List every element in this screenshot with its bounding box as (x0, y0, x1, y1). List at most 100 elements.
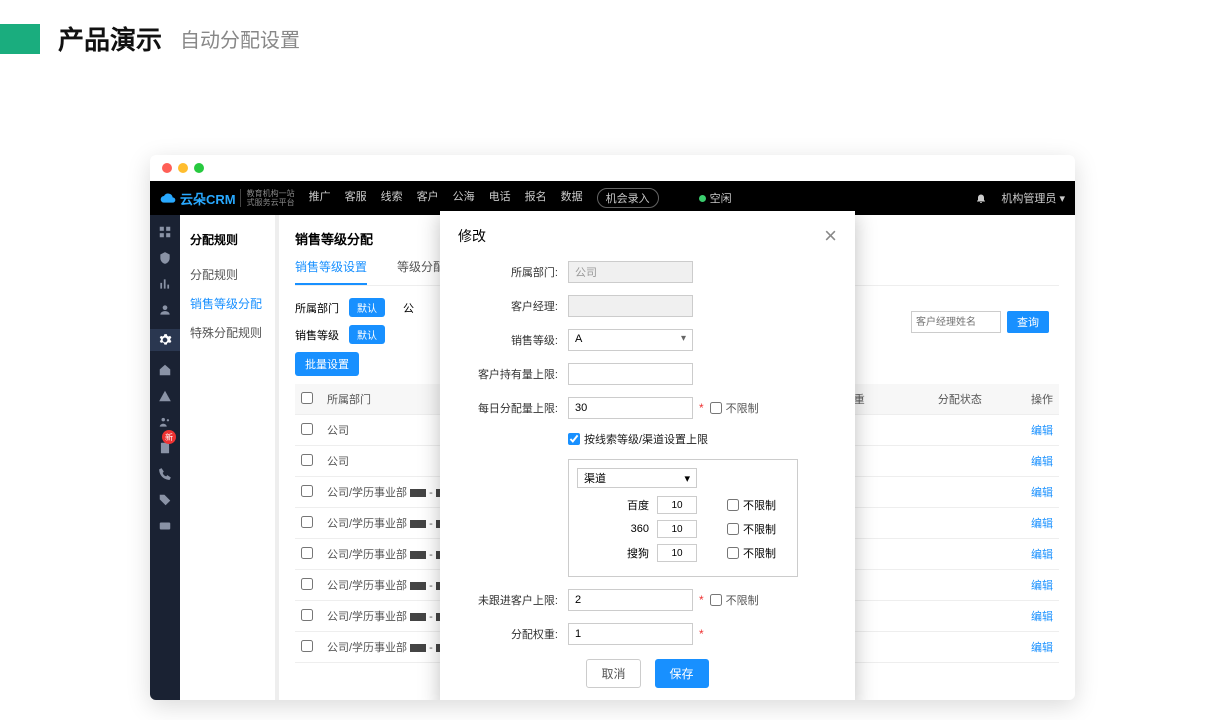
channel-unlimited-label: 不限制 (743, 545, 776, 561)
search-input[interactable] (911, 311, 1001, 333)
maximize-window-icon[interactable] (194, 163, 204, 173)
row-checkbox[interactable] (301, 485, 313, 497)
channel-unlimited-checkbox[interactable] (727, 499, 739, 511)
notification-badge[interactable]: 新 (162, 430, 176, 444)
label-unassigned: 未跟进客户上限: (458, 592, 568, 608)
status-dot-icon (699, 195, 706, 202)
row-checkbox[interactable] (301, 609, 313, 621)
label-manager: 客户经理: (458, 298, 568, 314)
nav-leads[interactable]: 线索 (381, 188, 403, 208)
edit-link[interactable]: 编辑 (1031, 425, 1053, 437)
icon-sidebar (150, 215, 180, 700)
select-level[interactable]: A▾ (568, 329, 693, 351)
user-menu[interactable]: 机构管理员 ▾ (1001, 190, 1065, 206)
input-weight[interactable] (568, 623, 693, 645)
save-button[interactable]: 保存 (655, 659, 709, 688)
logo: 云朵CRM 教育机构一站式服务云平台 (160, 189, 295, 208)
filter-dept-default[interactable]: 默认 (349, 298, 385, 317)
bell-icon[interactable] (975, 192, 987, 204)
row-checkbox[interactable] (301, 454, 313, 466)
rule-item-special[interactable]: 特殊分配规则 (190, 318, 265, 347)
channel-box: 渠道▾ 百度 不限制360 不限制搜狗 不限制 (568, 459, 798, 577)
channel-select[interactable]: 渠道▾ (577, 468, 697, 488)
cancel-button[interactable]: 取消 (586, 659, 640, 688)
channel-unlimited-checkbox[interactable] (727, 547, 739, 559)
edit-link[interactable]: 编辑 (1031, 487, 1053, 499)
shield-icon[interactable] (158, 251, 172, 265)
row-checkbox[interactable] (301, 516, 313, 528)
edit-link[interactable]: 编辑 (1031, 580, 1053, 592)
nav-data[interactable]: 数据 (561, 188, 583, 208)
edit-link[interactable]: 编辑 (1031, 456, 1053, 468)
label-daily-limit: 每日分配量上限: (458, 400, 568, 416)
minimize-window-icon[interactable] (178, 163, 188, 173)
search-button[interactable]: 查询 (1007, 311, 1049, 333)
unlimited-unassigned-checkbox[interactable] (710, 594, 722, 606)
page-subtitle: 自动分配设置 (180, 24, 300, 53)
row-checkbox[interactable] (301, 578, 313, 590)
filter-dept-label: 所属部门 (295, 300, 339, 316)
select-all-checkbox[interactable] (301, 392, 313, 404)
rules-heading: 分配规则 (190, 231, 265, 248)
close-window-icon[interactable] (162, 163, 172, 173)
nav-customers[interactable]: 客户 (417, 188, 439, 208)
chart-icon[interactable] (158, 277, 172, 291)
nav-signup[interactable]: 报名 (525, 188, 547, 208)
home-icon[interactable] (158, 363, 172, 377)
channel-unlimited-checkbox[interactable] (727, 523, 739, 535)
input-manager (568, 295, 693, 317)
nav-pool[interactable]: 公海 (453, 188, 475, 208)
nav-service[interactable]: 客服 (345, 188, 367, 208)
filter-level-default[interactable]: 默认 (349, 325, 385, 344)
phone-icon[interactable] (158, 467, 172, 481)
logo-text: 云朵CRM (180, 189, 236, 208)
input-daily-limit[interactable] (568, 397, 693, 419)
card-icon[interactable] (158, 519, 172, 533)
edit-link[interactable]: 编辑 (1031, 611, 1053, 623)
channel-name: 搜狗 (577, 545, 657, 561)
batch-settings-button[interactable]: 批量设置 (295, 352, 359, 376)
rule-item-sales-level[interactable]: 销售等级分配 (190, 289, 265, 318)
by-channel-label: 按线索等级/渠道设置上限 (584, 431, 708, 447)
by-channel-checkbox[interactable] (568, 433, 580, 445)
settings-icon[interactable] (158, 333, 172, 347)
edit-link[interactable]: 编辑 (1031, 518, 1053, 530)
edit-link[interactable]: 编辑 (1031, 549, 1053, 561)
channel-row: 360 不限制 (577, 520, 789, 538)
user-icon[interactable] (158, 303, 172, 317)
channel-unlimited-label: 不限制 (743, 497, 776, 513)
chevron-down-icon: ▾ (681, 333, 686, 344)
channel-row: 搜狗 不限制 (577, 544, 789, 562)
edit-link[interactable]: 编辑 (1031, 642, 1053, 654)
row-checkbox[interactable] (301, 423, 313, 435)
dashboard-icon[interactable] (158, 225, 172, 239)
required-mark: * (699, 401, 704, 415)
rule-item-assign[interactable]: 分配规则 (190, 260, 265, 289)
channel-limit-input[interactable] (657, 520, 697, 538)
close-icon[interactable]: × (824, 225, 837, 247)
people-icon[interactable] (158, 415, 172, 429)
nav-phone[interactable]: 电话 (489, 188, 511, 208)
top-navbar: 云朵CRM 教育机构一站式服务云平台 推广 客服 线索 客户 公海 电话 报名 … (150, 181, 1075, 215)
input-hold-limit[interactable] (568, 363, 693, 385)
warning-icon[interactable] (158, 389, 172, 403)
channel-row: 百度 不限制 (577, 496, 789, 514)
input-unassigned[interactable] (568, 589, 693, 611)
unlimited-daily-checkbox[interactable] (710, 402, 722, 414)
col-action: 操作 (988, 384, 1059, 415)
tag-icon[interactable] (158, 493, 172, 507)
nav-promo[interactable]: 推广 (309, 188, 331, 208)
row-checkbox[interactable] (301, 640, 313, 652)
chevron-down-icon: ▾ (684, 472, 690, 485)
channel-name: 360 (577, 523, 657, 535)
channel-limit-input[interactable] (657, 544, 697, 562)
channel-limit-input[interactable] (657, 496, 697, 514)
col-status: 分配状态 (871, 384, 988, 415)
window-controls (150, 155, 1075, 181)
tab-level-settings[interactable]: 销售等级设置 (295, 258, 367, 285)
nav-opportunity-entry[interactable]: 机会录入 (597, 188, 659, 208)
cloud-icon (160, 190, 176, 206)
unlimited-daily-label: 不限制 (726, 400, 759, 416)
row-checkbox[interactable] (301, 547, 313, 559)
channel-unlimited-label: 不限制 (743, 521, 776, 537)
